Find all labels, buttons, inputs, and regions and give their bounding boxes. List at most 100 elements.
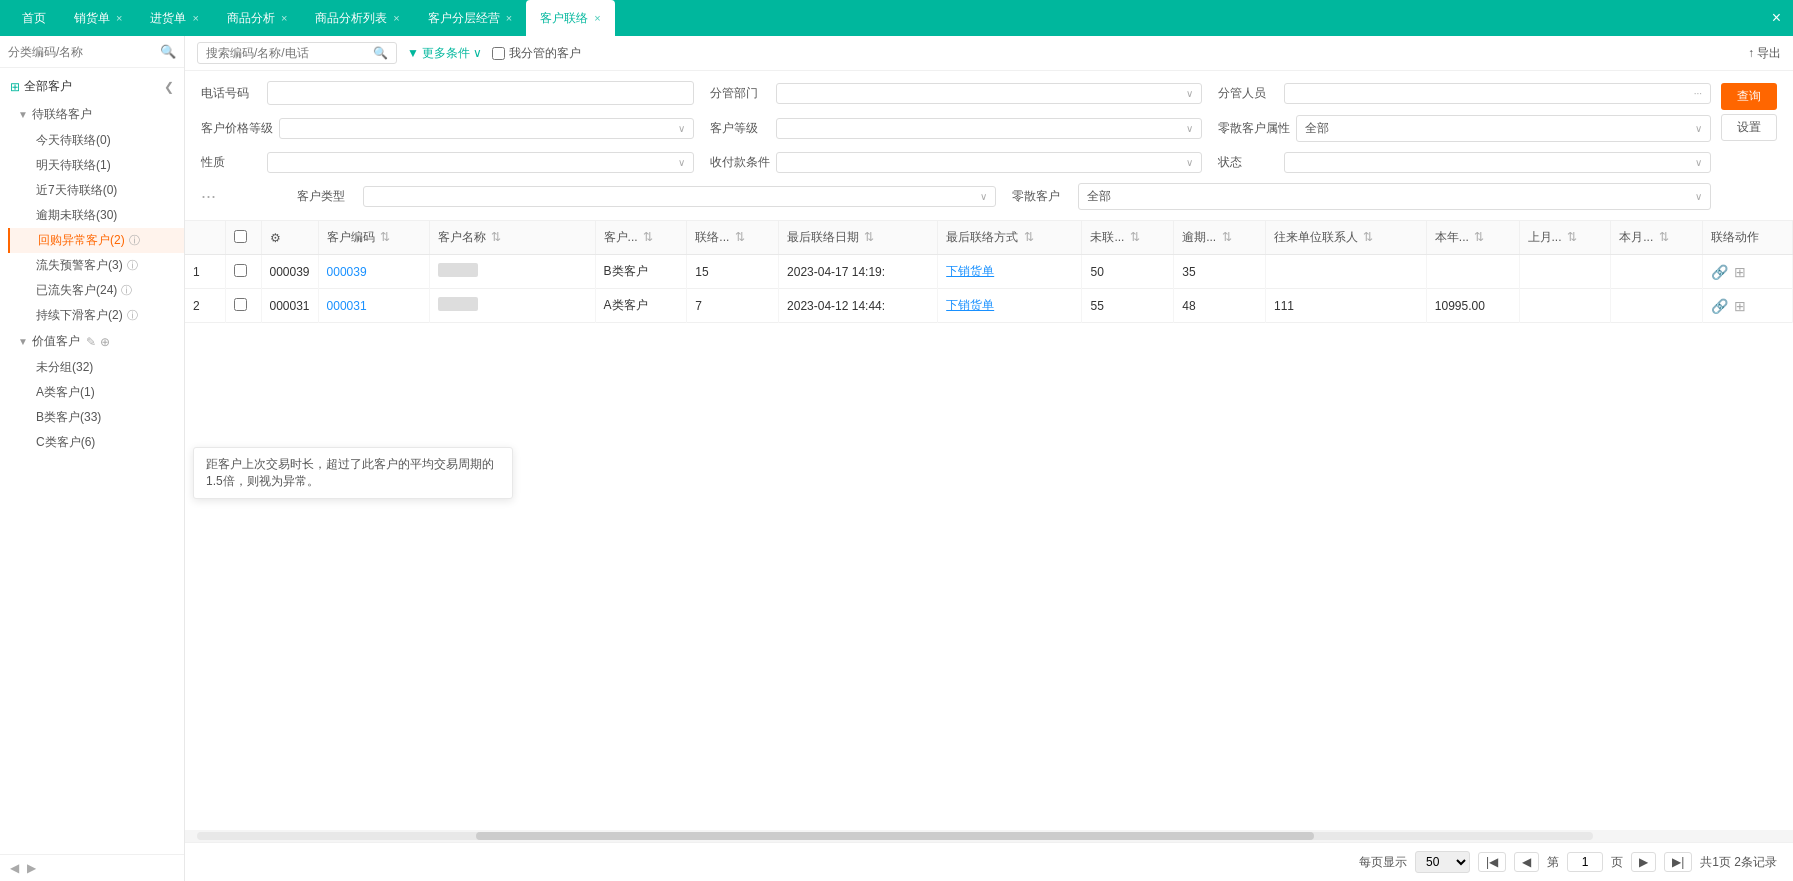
col-last-month[interactable]: 上月... ⇅: [1519, 221, 1611, 255]
col-code[interactable]: 客户编码 ⇅: [318, 221, 429, 255]
filter-field-customer-type: 客户类型 ∨: [297, 186, 996, 207]
collapse-icon[interactable]: ❮: [164, 80, 174, 94]
col-contact[interactable]: 联络... ⇅: [687, 221, 779, 255]
action-grid-icon-2[interactable]: ⊞: [1734, 298, 1746, 314]
page-number-input[interactable]: [1567, 852, 1603, 872]
query-button[interactable]: 查询: [1721, 83, 1777, 110]
sort-icon-company: ⇅: [1363, 230, 1373, 244]
window-close-button[interactable]: ×: [1772, 9, 1781, 27]
sort-icon-last-method: ⇅: [1024, 230, 1034, 244]
sidebar-item-repurchase-abnormal[interactable]: 回购异常客户(2) ⓘ: [8, 228, 184, 253]
col-overdue[interactable]: 逾期... ⇅: [1174, 221, 1266, 255]
select-all-checkbox[interactable]: [234, 230, 247, 243]
my-customers-checkbox[interactable]: [492, 47, 505, 60]
nav-item-sales[interactable]: 销货单 ×: [60, 0, 136, 36]
col-this-year[interactable]: 本年... ⇅: [1426, 221, 1519, 255]
filter-row-3: 性质 ∨ 收付款条件 ∨: [201, 152, 1711, 173]
nav-item-customer-tier[interactable]: 客户分层经营 ×: [414, 0, 526, 36]
table-container[interactable]: ⚙ 客户编码 ⇅ 客户名称 ⇅ 客户...: [185, 221, 1793, 830]
sidebar-item-class-a[interactable]: A类客户(1): [8, 380, 184, 405]
per-page-select[interactable]: 50 10 20 100: [1415, 851, 1470, 873]
col-settings[interactable]: ⚙: [261, 221, 318, 255]
cell-last-method-1[interactable]: 下销货单: [938, 255, 1082, 289]
nav-item-analysis-list[interactable]: 商品分析列表 ×: [301, 0, 413, 36]
filter-more-button[interactable]: ▼ 更多条件 ∨: [407, 45, 482, 62]
nav-item-home[interactable]: 首页: [8, 0, 60, 36]
sidebar-search-input[interactable]: [8, 45, 160, 59]
nav-close-analysis[interactable]: ×: [281, 12, 287, 24]
col-uncontacted[interactable]: 未联... ⇅: [1082, 221, 1174, 255]
table-row: 1 000039 000039 B类客户 15 2023-04-17 1: [185, 255, 1793, 289]
horizontal-scrollbar[interactable]: [185, 830, 1793, 842]
sidebar-tree: ⊞ 全部客户 ❮ ▼ 待联络客户 今天待联络(0) 明天待联络(1) 近7天待联…: [0, 68, 184, 854]
scatter-customer-select[interactable]: 全部 ∨: [1078, 183, 1711, 210]
settings-button[interactable]: 设置: [1721, 114, 1777, 141]
edit-value-icon[interactable]: ✎: [86, 335, 96, 349]
row2-checkbox[interactable]: [234, 298, 247, 311]
cell-overdue-2: 48: [1174, 289, 1266, 323]
sidebar-nav-left[interactable]: ◀: [10, 861, 19, 875]
payment-select[interactable]: ∨: [776, 152, 1203, 173]
nature-select[interactable]: ∨: [267, 152, 694, 173]
sidebar-item-overdue[interactable]: 逾期未联络(30): [8, 203, 184, 228]
sidebar-item-churn-warning[interactable]: 流失预警客户(3) ⓘ: [8, 253, 184, 278]
row1-checkbox[interactable]: [234, 264, 247, 277]
cell-index-2: 2: [185, 289, 225, 323]
filter-field-scatter-customer: 零散客户 全部 ∨: [1012, 183, 1711, 210]
col-type[interactable]: 客户... ⇅: [595, 221, 687, 255]
nav-close-purchase[interactable]: ×: [192, 12, 198, 24]
nav-close-customer-contact[interactable]: ×: [594, 12, 600, 24]
cell-code-1b[interactable]: 000039: [318, 255, 429, 289]
more-dots[interactable]: ···: [201, 186, 216, 207]
sidebar-nav-right[interactable]: ▶: [27, 861, 36, 875]
filter-search-input[interactable]: [206, 46, 373, 60]
dept-chevron-icon: ∨: [1186, 88, 1193, 99]
tree-group-value-header[interactable]: ▼ 价值客户 ✎ ⊕: [8, 328, 184, 355]
prev-page-button[interactable]: ◀: [1514, 852, 1539, 872]
last-page-button[interactable]: ▶|: [1664, 852, 1692, 872]
next-page-button[interactable]: ▶: [1631, 852, 1656, 872]
col-name[interactable]: 客户名称 ⇅: [429, 221, 595, 255]
status-select[interactable]: ∨: [1284, 152, 1711, 173]
customer-level-select[interactable]: ∨: [776, 118, 1203, 139]
customer-type-select[interactable]: ∨: [363, 186, 996, 207]
nav-close-customer-tier[interactable]: ×: [506, 12, 512, 24]
manager-select[interactable]: ···: [1284, 83, 1711, 104]
add-value-icon[interactable]: ⊕: [100, 335, 110, 349]
phone-input[interactable]: [267, 81, 694, 105]
sidebar-item-declining[interactable]: 持续下滑客户(2) ⓘ: [8, 303, 184, 328]
scatter-attr-select[interactable]: 全部 ∨: [1296, 115, 1711, 142]
col-last-date[interactable]: 最后联络日期 ⇅: [779, 221, 938, 255]
sidebar-all-customers[interactable]: ⊞ 全部客户 ❮: [0, 72, 184, 101]
nav-close-analysis-list[interactable]: ×: [393, 12, 399, 24]
scrollbar-thumb: [476, 832, 1314, 840]
table-settings-icon[interactable]: ⚙: [270, 231, 281, 245]
nav-close-sales[interactable]: ×: [116, 12, 122, 24]
dept-select[interactable]: ∨: [776, 83, 1203, 104]
nav-item-purchase[interactable]: 进货单 ×: [136, 0, 212, 36]
sidebar-item-7days[interactable]: 近7天待联络(0): [8, 178, 184, 203]
col-company-contact[interactable]: 往来单位联系人 ⇅: [1265, 221, 1426, 255]
tree-group-pending-header[interactable]: ▼ 待联络客户: [8, 101, 184, 128]
first-page-button[interactable]: |◀: [1478, 852, 1506, 872]
col-this-month[interactable]: 本月... ⇅: [1611, 221, 1703, 255]
sidebar-item-unclassified[interactable]: 未分组(32): [8, 355, 184, 380]
cell-name-2: [429, 289, 595, 323]
sidebar-item-churned[interactable]: 已流失客户(24) ⓘ: [8, 278, 184, 303]
action-link-icon-1[interactable]: 🔗: [1711, 264, 1728, 280]
sort-icon-contact: ⇅: [735, 230, 745, 244]
sidebar-item-tomorrow[interactable]: 明天待联络(1): [8, 153, 184, 178]
action-link-icon-2[interactable]: 🔗: [1711, 298, 1728, 314]
sort-icon-last-date: ⇅: [864, 230, 874, 244]
col-last-method[interactable]: 最后联络方式 ⇅: [938, 221, 1082, 255]
export-button[interactable]: ↑ 导出: [1748, 45, 1781, 62]
nav-item-customer-contact[interactable]: 客户联络 ×: [526, 0, 614, 36]
sidebar-item-class-c[interactable]: C类客户(6): [8, 430, 184, 455]
price-level-select[interactable]: ∨: [279, 118, 694, 139]
sidebar-item-class-b[interactable]: B类客户(33): [8, 405, 184, 430]
cell-last-method-2[interactable]: 下销货单: [938, 289, 1082, 323]
sidebar-item-today[interactable]: 今天待联络(0): [8, 128, 184, 153]
nav-item-analysis[interactable]: 商品分析 ×: [213, 0, 301, 36]
cell-code-2b[interactable]: 000031: [318, 289, 429, 323]
action-grid-icon-1[interactable]: ⊞: [1734, 264, 1746, 280]
